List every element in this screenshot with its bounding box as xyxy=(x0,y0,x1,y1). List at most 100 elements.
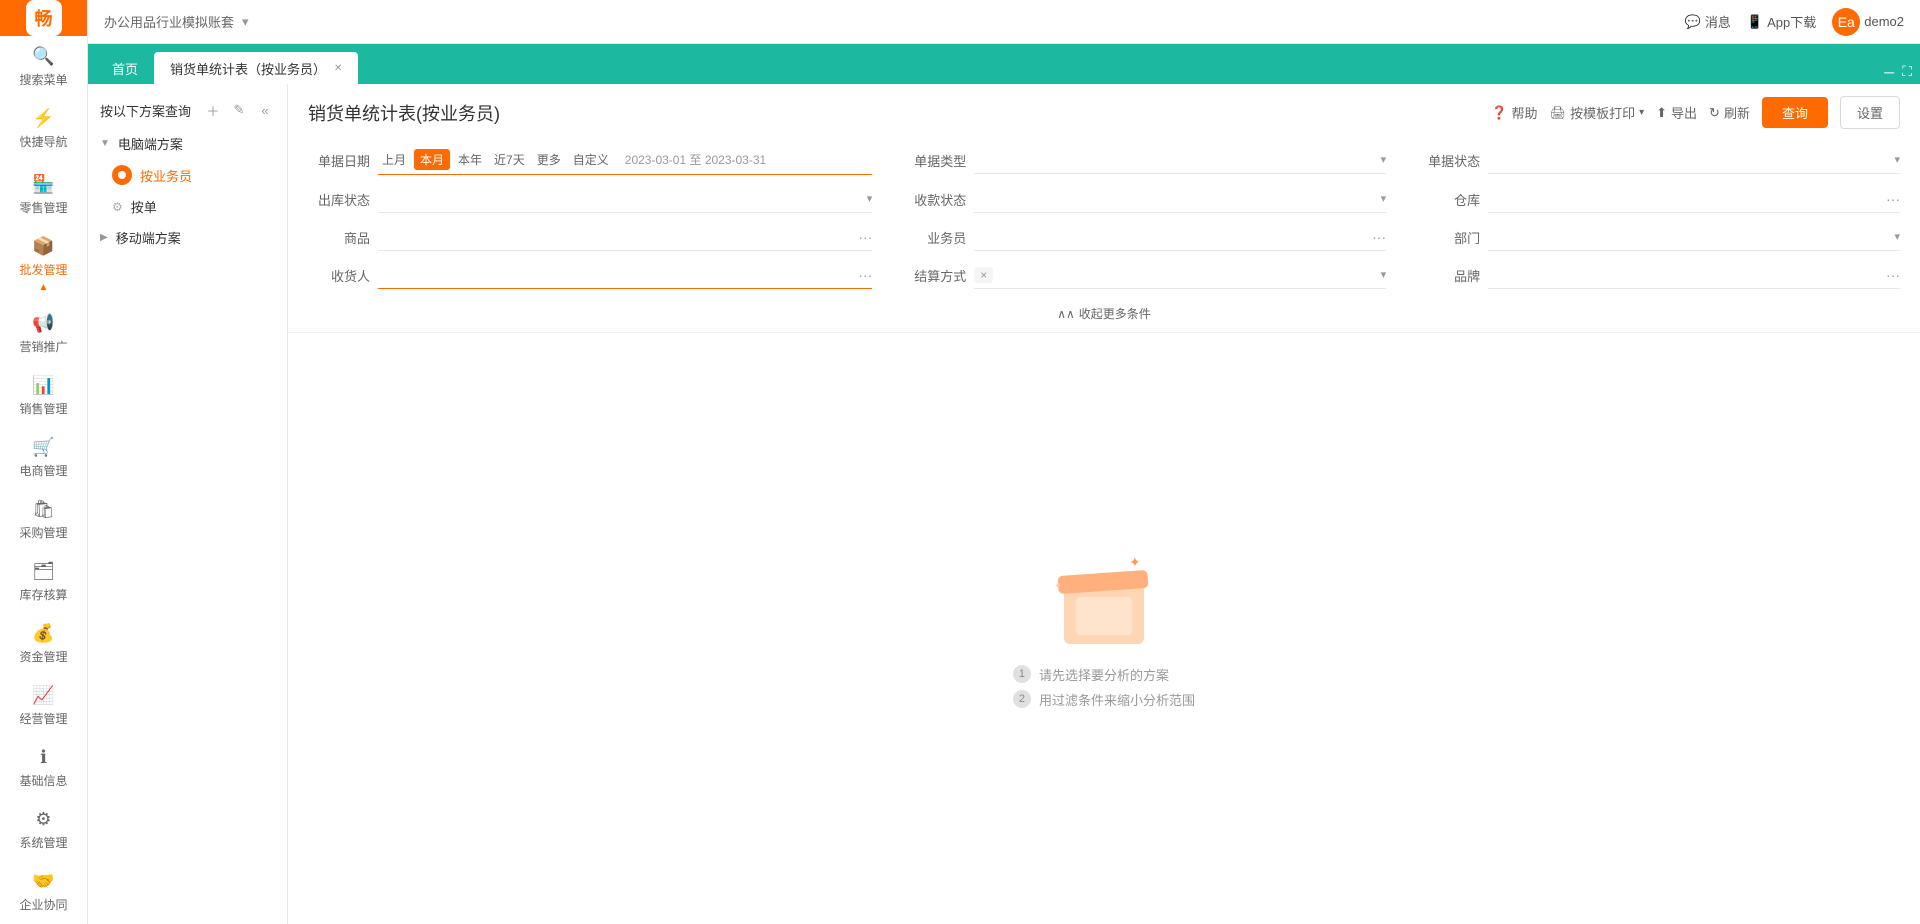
app-download-icon: 📱 xyxy=(1747,14,1763,30)
expand-icon: ▲ xyxy=(39,282,49,293)
date-tab-this-month[interactable]: 本月 xyxy=(414,149,450,170)
panel-title: 按以下方案查询 xyxy=(100,101,191,120)
panel-header-actions: ＋ ✎ « xyxy=(203,100,275,120)
user-profile-action[interactable]: Ea demo2 xyxy=(1832,8,1904,36)
sidebar-item-operations[interactable]: 📈 经营管理 xyxy=(0,675,88,737)
salesman-dots-icon[interactable]: ··· xyxy=(1372,229,1386,245)
salesman-control[interactable]: ··· xyxy=(974,223,1386,251)
salesman-label: 业务员 xyxy=(904,228,974,247)
tab-sales-stat[interactable]: 销货单统计表（按业务员） ✕ xyxy=(154,52,358,84)
operations-icon: 📈 xyxy=(32,685,54,706)
panel-add-btn[interactable]: ＋ xyxy=(203,100,223,120)
sidebar-item-finance[interactable]: 💰 资金管理 xyxy=(0,613,88,675)
empty-illustration: ✦ ✦ xyxy=(1044,549,1164,649)
sidebar-item-system[interactable]: ⚙ 系统管理 xyxy=(0,799,88,861)
sidebar-item-ecommerce[interactable]: 🛒 电商管理 xyxy=(0,427,88,489)
tab-close-icon[interactable]: ✕ xyxy=(334,63,342,74)
brand-label: 品牌 xyxy=(1418,266,1488,285)
page-title: 销货单统计表(按业务员) xyxy=(308,100,500,126)
date-tab-this-year[interactable]: 本年 xyxy=(454,149,486,170)
tree-item-by-salesman[interactable]: 按业务员 xyxy=(88,159,287,191)
sidebar-item-retail[interactable]: 🏪 零售管理 xyxy=(0,164,88,226)
brand-control[interactable]: ··· xyxy=(1488,261,1900,289)
hint-num-1: 1 xyxy=(1013,665,1031,683)
date-tab-7days[interactable]: 近7天 xyxy=(490,149,529,170)
svg-text:✦: ✦ xyxy=(1129,554,1141,570)
breadcrumb-dropdown-icon[interactable]: ▾ xyxy=(242,14,249,30)
print-icon: 🖨 xyxy=(1550,105,1567,121)
date-range-text: 2023-03-01 至 2023-03-31 xyxy=(625,151,766,168)
quick-nav-icon: ⚡ xyxy=(32,108,54,129)
app-logo: 畅 xyxy=(0,0,88,36)
warehouse-control[interactable]: ··· xyxy=(1488,185,1900,213)
dept-control[interactable]: ▾ xyxy=(1488,223,1900,251)
export-label: 导出 xyxy=(1671,103,1697,122)
date-tab-last-month[interactable]: 上月 xyxy=(378,149,410,170)
sidebar-item-label: 营销推广 xyxy=(19,338,67,355)
setting-button[interactable]: 设置 xyxy=(1840,96,1900,129)
settle-method-control[interactable]: × ▾ xyxy=(974,261,1386,289)
doc-type-control[interactable]: ▾ xyxy=(974,146,1386,174)
out-status-dropdown-icon: ▾ xyxy=(867,192,873,205)
out-status-control[interactable]: ▾ xyxy=(378,185,872,213)
help-action[interactable]: ❓ 帮助 xyxy=(1491,103,1537,122)
panel-edit-btn[interactable]: ✎ xyxy=(229,100,249,120)
panel-collapse-btn[interactable]: « xyxy=(255,100,275,120)
panel-header: 按以下方案查询 ＋ ✎ « xyxy=(88,92,287,128)
purchase-icon: 🛍 xyxy=(32,499,55,520)
consignee-label: 收货人 xyxy=(308,266,378,285)
sidebar-item-purchase[interactable]: 🛍 采购管理 xyxy=(0,489,88,551)
dept-dropdown-icon: ▾ xyxy=(1894,230,1900,243)
recv-status-control[interactable]: ▾ xyxy=(974,185,1386,213)
tree-item-by-order[interactable]: ⚙ 按单 xyxy=(88,191,287,222)
sidebar-item-marketing[interactable]: 📢 营销推广 xyxy=(0,303,88,365)
topbar: 办公用品行业模拟账套 ▾ 💬 消息 📱 App下载 Ea demo2 xyxy=(88,0,1920,44)
tab-home[interactable]: 首页 xyxy=(96,52,154,84)
sidebar-item-label: 资金管理 xyxy=(19,648,67,665)
collapse-more-btn[interactable]: ∧∧ 收起更多条件 xyxy=(308,299,1900,328)
sidebar-item-quick-nav[interactable]: ⚡ 快捷导航 xyxy=(0,98,88,160)
tree-item-desktop[interactable]: ▼ 电脑端方案 xyxy=(88,128,287,159)
sidebar-item-search[interactable]: 🔍 搜索菜单 xyxy=(0,36,88,98)
refresh-action[interactable]: ↻ 刷新 xyxy=(1709,103,1750,122)
content-area: 按以下方案查询 ＋ ✎ « ▼ 电脑端方案 xyxy=(88,84,1920,924)
export-icon: ⬆ xyxy=(1656,105,1667,121)
collapse-up-icon: ∧∧ xyxy=(1057,307,1075,321)
empty-svg-illustration: ✦ ✦ xyxy=(1044,549,1164,649)
brand-dots-icon[interactable]: ··· xyxy=(1886,267,1900,283)
sidebar-item-inventory[interactable]: 🗂 库存核算 xyxy=(0,551,88,613)
tab-minimize-icon[interactable]: ─ xyxy=(1884,64,1894,80)
date-tab-custom[interactable]: 自定义 xyxy=(569,149,613,170)
template-print-action[interactable]: 🖨 按模板打印 ▾ xyxy=(1550,103,1645,122)
doc-status-control[interactable]: ▾ xyxy=(1488,146,1900,174)
product-control[interactable]: ··· xyxy=(378,223,872,251)
query-button[interactable]: 查询 xyxy=(1762,97,1828,128)
settle-tag-close[interactable]: × xyxy=(980,268,987,282)
sales-icon: 📊 xyxy=(32,375,54,396)
gear-icon: ⚙ xyxy=(112,200,123,214)
empty-hint-1: 1 请先选择要分析的方案 xyxy=(1013,665,1195,684)
warehouse-dots-icon[interactable]: ··· xyxy=(1886,191,1900,207)
left-panel: 按以下方案查询 ＋ ✎ « ▼ 电脑端方案 xyxy=(88,84,288,924)
sidebar-item-collaboration[interactable]: 🤝 企业协同 xyxy=(0,861,88,923)
app-download-action[interactable]: 📱 App下载 xyxy=(1747,12,1816,31)
export-action[interactable]: ⬆ 导出 xyxy=(1656,103,1697,122)
sidebar-item-label: 搜索菜单 xyxy=(19,71,67,88)
consignee-dots-icon[interactable]: ··· xyxy=(858,267,872,283)
product-dots-icon[interactable]: ··· xyxy=(858,229,872,245)
settle-method-label: 结算方式 xyxy=(904,266,974,285)
doc-type-dropdown-icon: ▾ xyxy=(1381,153,1387,166)
sidebar-item-base-info[interactable]: ℹ 基础信息 xyxy=(0,737,88,799)
message-action[interactable]: 💬 消息 xyxy=(1685,12,1731,31)
tree-item-label: 按单 xyxy=(131,197,157,216)
tab-expand-icon[interactable]: ⛶ xyxy=(1902,63,1912,80)
tab-home-label: 首页 xyxy=(112,59,138,78)
sidebar-item-sales[interactable]: 📊 销售管理 xyxy=(0,365,88,427)
sidebar-item-label: 经营管理 xyxy=(19,710,67,727)
topbar-right: 💬 消息 📱 App下载 Ea demo2 xyxy=(1685,8,1904,36)
sidebar-item-wholesale[interactable]: 📦 批发管理 ▲ xyxy=(0,226,88,303)
date-tab-more[interactable]: 更多 xyxy=(533,149,565,170)
consignee-control[interactable]: ··· xyxy=(378,261,872,289)
collapse-btn-label: 收起更多条件 xyxy=(1079,305,1151,322)
tree-item-mobile[interactable]: ▶ 移动端方案 xyxy=(88,222,287,253)
